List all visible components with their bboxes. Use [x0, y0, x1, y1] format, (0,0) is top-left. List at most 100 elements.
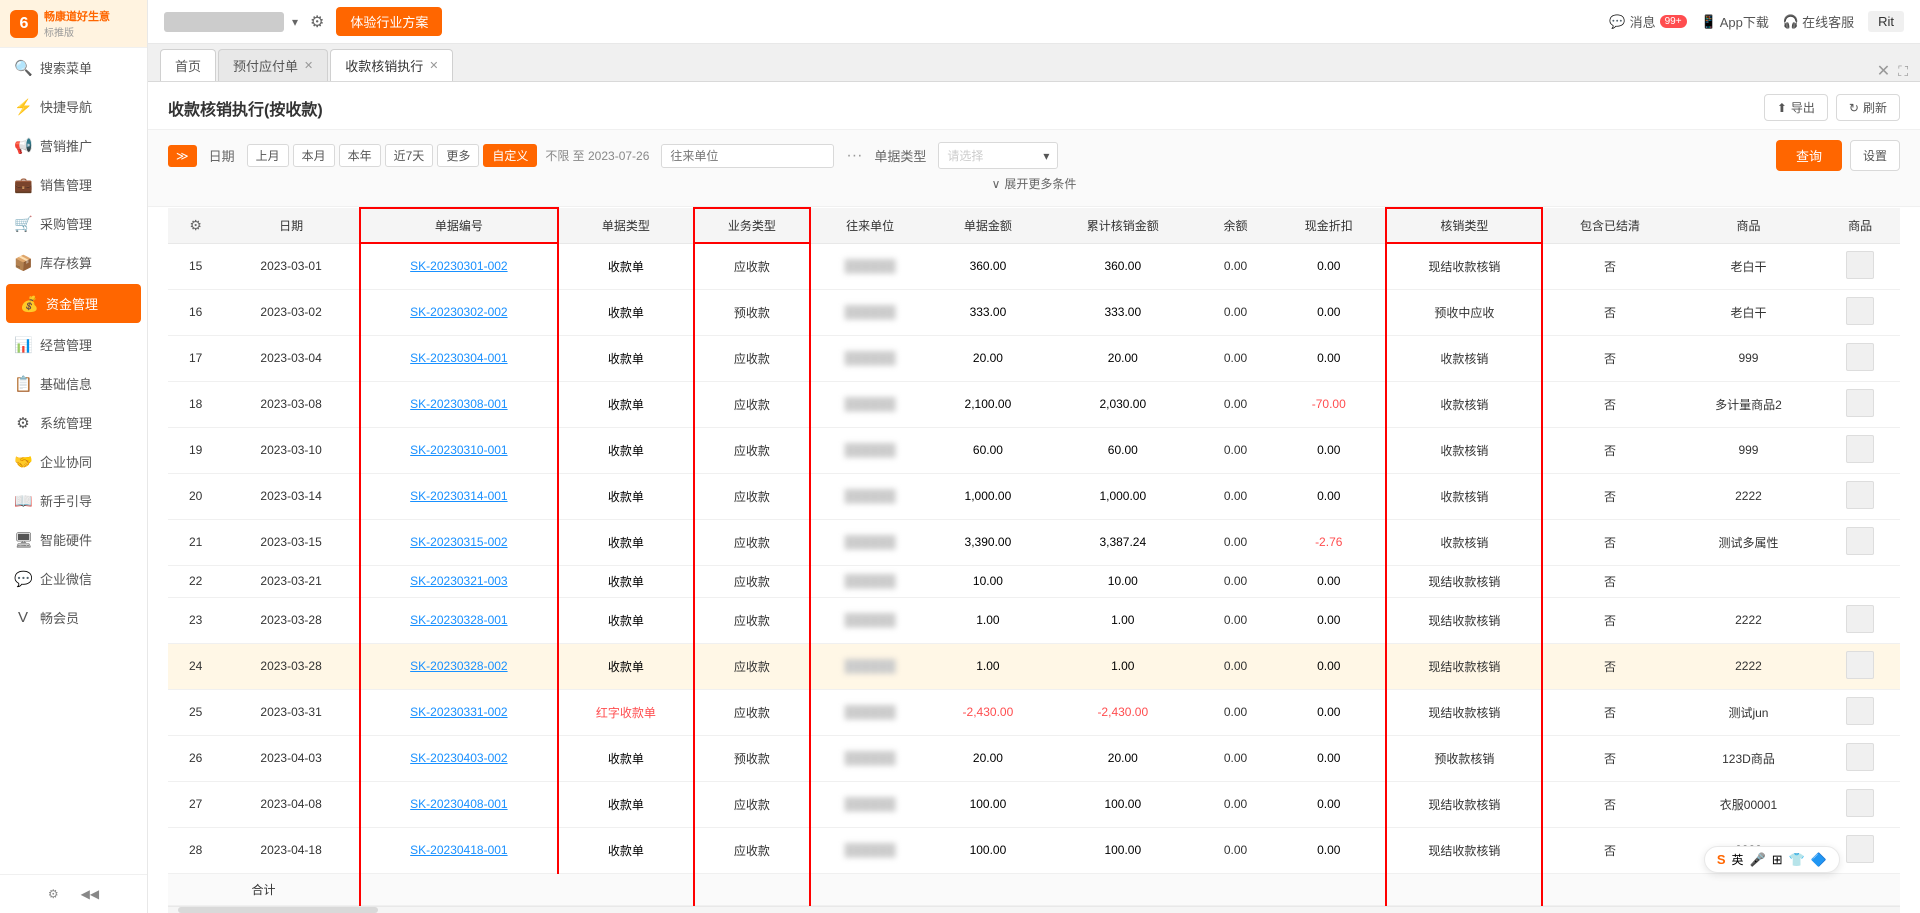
col-cancel-type[interactable]: 核销类型 — [1386, 208, 1542, 243]
setting-btn[interactable]: 设置 — [1850, 140, 1900, 171]
product-thumb-5 — [1846, 481, 1874, 509]
col-counterpart[interactable]: 往来单位 — [810, 208, 929, 243]
table-row[interactable]: 24 2023-03-28 SK-20230328-002 收款单 应收款 ██… — [168, 643, 1900, 689]
mic-icon[interactable]: 🎤 — [1750, 852, 1766, 868]
user-avatar[interactable]: Rit — [1868, 11, 1904, 32]
date-custom-btn[interactable]: 自定义 — [483, 144, 537, 167]
voucher-link-9[interactable]: SK-20230328-002 — [410, 659, 507, 673]
table-row[interactable]: 28 2023-04-18 SK-20230418-001 收款单 应收款 ██… — [168, 827, 1900, 873]
sidebar-item-新手引导[interactable]: 📖新手引导 — [0, 481, 147, 520]
query-btn[interactable]: 查询 — [1776, 140, 1842, 171]
sidebar-item-系统管理[interactable]: ⚙系统管理 — [0, 403, 147, 442]
sidebar-item-企业协同[interactable]: 🤝企业协同 — [0, 442, 147, 481]
refresh-btn[interactable]: ↻ 刷新 — [1836, 94, 1900, 121]
col-date[interactable]: 日期 — [223, 208, 360, 243]
table-row[interactable]: 22 2023-03-21 SK-20230321-003 收款单 应收款 ██… — [168, 565, 1900, 597]
voucher-link-4[interactable]: SK-20230310-001 — [410, 443, 507, 457]
col-balance[interactable]: 余额 — [1199, 208, 1272, 243]
sidebar-settings-btn[interactable]: ⚙ — [40, 883, 67, 905]
cell-biz-type-9: 应收款 — [694, 643, 810, 689]
sidebar-item-快捷导航[interactable]: ⚡快捷导航 — [0, 87, 147, 126]
sidebar-item-采购管理[interactable]: 🛒采购管理 — [0, 204, 147, 243]
sidebar-collapse-btn[interactable]: ◀◀ — [73, 883, 107, 905]
tab-prepay-close[interactable]: ✕ — [304, 59, 313, 72]
col-voucher-type[interactable]: 单据类型 — [558, 208, 694, 243]
voucher-link-10[interactable]: SK-20230331-002 — [410, 705, 507, 719]
table-row[interactable]: 21 2023-03-15 SK-20230315-002 收款单 应收款 ██… — [168, 519, 1900, 565]
close-window-btn[interactable]: ✕ — [1877, 61, 1890, 81]
voucher-link-5[interactable]: SK-20230314-001 — [410, 489, 507, 503]
col-gear[interactable]: ⚙ — [168, 208, 223, 243]
table-row[interactable]: 26 2023-04-03 SK-20230403-002 收款单 预收款 ██… — [168, 735, 1900, 781]
table-row[interactable]: 20 2023-03-14 SK-20230314-001 收款单 应收款 ██… — [168, 473, 1900, 519]
tab-prepay[interactable]: 预付应付单 ✕ — [218, 49, 328, 81]
date-more-btn[interactable]: 更多 — [437, 144, 479, 167]
online-service-btn[interactable]: 🎧 在线客服 — [1783, 12, 1854, 31]
export-btn[interactable]: ⬆ 导出 — [1764, 94, 1828, 121]
voucher-link-0[interactable]: SK-20230301-002 — [410, 259, 507, 273]
solution-btn[interactable]: 体验行业方案 — [336, 7, 442, 36]
voucher-link-7[interactable]: SK-20230321-003 — [410, 574, 507, 588]
voucher-link-11[interactable]: SK-20230403-002 — [410, 751, 507, 765]
col-accum-amount[interactable]: 累计核销金额 — [1047, 208, 1200, 243]
col-amount[interactable]: 单据金额 — [929, 208, 1046, 243]
tab-collection-close[interactable]: ✕ — [429, 59, 438, 72]
chevron-down-icon: ∨ — [992, 177, 1001, 191]
voucher-type-select[interactable]: 请选择 ▾ — [938, 142, 1058, 169]
voucher-link-2[interactable]: SK-20230304-001 — [410, 351, 507, 365]
tab-collection[interactable]: 收款核销执行 ✕ — [330, 49, 453, 81]
expand-conditions-btn[interactable]: ∨ 展开更多条件 — [992, 175, 1077, 192]
cell-date-9: 2023-03-28 — [223, 643, 360, 689]
date-last-month-btn[interactable]: 上月 — [247, 144, 289, 167]
col-product1[interactable]: 商品 — [1677, 208, 1821, 243]
sidebar-item-企业微信[interactable]: 💬企业微信 — [0, 559, 147, 598]
table-row[interactable]: 17 2023-03-04 SK-20230304-001 收款单 应收款 ██… — [168, 335, 1900, 381]
message-btn[interactable]: 💬 消息 99+ — [1609, 12, 1686, 31]
voucher-link-1[interactable]: SK-20230302-002 — [410, 305, 507, 319]
app-download-btn[interactable]: 📱 App下载 — [1701, 12, 1769, 31]
voucher-link-12[interactable]: SK-20230408-001 — [410, 797, 507, 811]
filter-toggle-btn[interactable]: ≫ — [168, 145, 197, 167]
table-row[interactable]: 15 2023-03-01 SK-20230301-002 收款单 应收款 ██… — [168, 243, 1900, 289]
maximize-btn[interactable]: ⛶ — [1898, 63, 1908, 80]
col-discount[interactable]: 现金折扣 — [1272, 208, 1386, 243]
col-voucher-no[interactable]: 单据编号 — [360, 208, 558, 243]
table-row[interactable]: 19 2023-03-10 SK-20230310-001 收款单 应收款 ██… — [168, 427, 1900, 473]
col-product2[interactable]: 商品 — [1820, 208, 1900, 243]
col-biz-type[interactable]: 业务类型 — [694, 208, 810, 243]
grid-icon[interactable]: ⊞ — [1772, 852, 1783, 868]
sidebar-item-资金管理[interactable]: 💰资金管理 — [6, 284, 141, 323]
scroll-bar[interactable] — [168, 906, 1900, 913]
sidebar-item-营销推广[interactable]: 📢营销推广 — [0, 126, 147, 165]
col-included[interactable]: 包含已结清 — [1542, 208, 1676, 243]
voucher-link-6[interactable]: SK-20230315-002 — [410, 535, 507, 549]
sidebar-item-畅会员[interactable]: V畅会员 — [0, 598, 147, 637]
counterpart-input[interactable] — [661, 144, 834, 168]
voucher-link-8[interactable]: SK-20230328-001 — [410, 613, 507, 627]
sidebar-item-智能硬件[interactable]: 🖥智能硬件 — [0, 520, 147, 559]
table-row[interactable]: 23 2023-03-28 SK-20230328-001 收款单 应收款 ██… — [168, 597, 1900, 643]
sidebar-item-销售管理[interactable]: 💼销售管理 — [0, 165, 147, 204]
table-row[interactable]: 18 2023-03-08 SK-20230308-001 收款单 应收款 ██… — [168, 381, 1900, 427]
shirt-icon[interactable]: 👕 — [1789, 852, 1805, 868]
sidebar-item-搜索菜单[interactable]: 🔍搜索菜单 — [0, 48, 147, 87]
sidebar-item-经营管理[interactable]: 📊经营管理 — [0, 325, 147, 364]
date-this-year-btn[interactable]: 本年 — [339, 144, 381, 167]
topbar-gear-icon[interactable]: ⚙ — [306, 10, 328, 34]
horizontal-scrollbar[interactable] — [178, 907, 378, 913]
sidebar-item-库存核算[interactable]: 📦库存核算 — [0, 243, 147, 282]
voucher-link-13[interactable]: SK-20230418-001 — [410, 843, 507, 857]
topbar-dropdown[interactable]: ▾ — [292, 15, 298, 29]
table-row[interactable]: 16 2023-03-02 SK-20230302-002 收款单 预收款 ██… — [168, 289, 1900, 335]
cell-amount-12: 100.00 — [929, 781, 1046, 827]
sidebar-item-基础信息[interactable]: 📋基础信息 — [0, 364, 147, 403]
table-row[interactable]: 25 2023-03-31 SK-20230331-002 红字收款单 应收款 … — [168, 689, 1900, 735]
date-this-month-btn[interactable]: 本月 — [293, 144, 335, 167]
puzzle-icon[interactable]: 🔷 — [1811, 852, 1827, 868]
tab-home[interactable]: 首页 — [160, 49, 216, 81]
filter-more-options[interactable]: ··· — [846, 147, 862, 165]
date-7days-btn[interactable]: 近7天 — [385, 144, 434, 167]
table-row[interactable]: 27 2023-04-08 SK-20230408-001 收款单 应收款 ██… — [168, 781, 1900, 827]
voucher-link-3[interactable]: SK-20230308-001 — [410, 397, 507, 411]
cell-discount-9: 0.00 — [1272, 643, 1386, 689]
